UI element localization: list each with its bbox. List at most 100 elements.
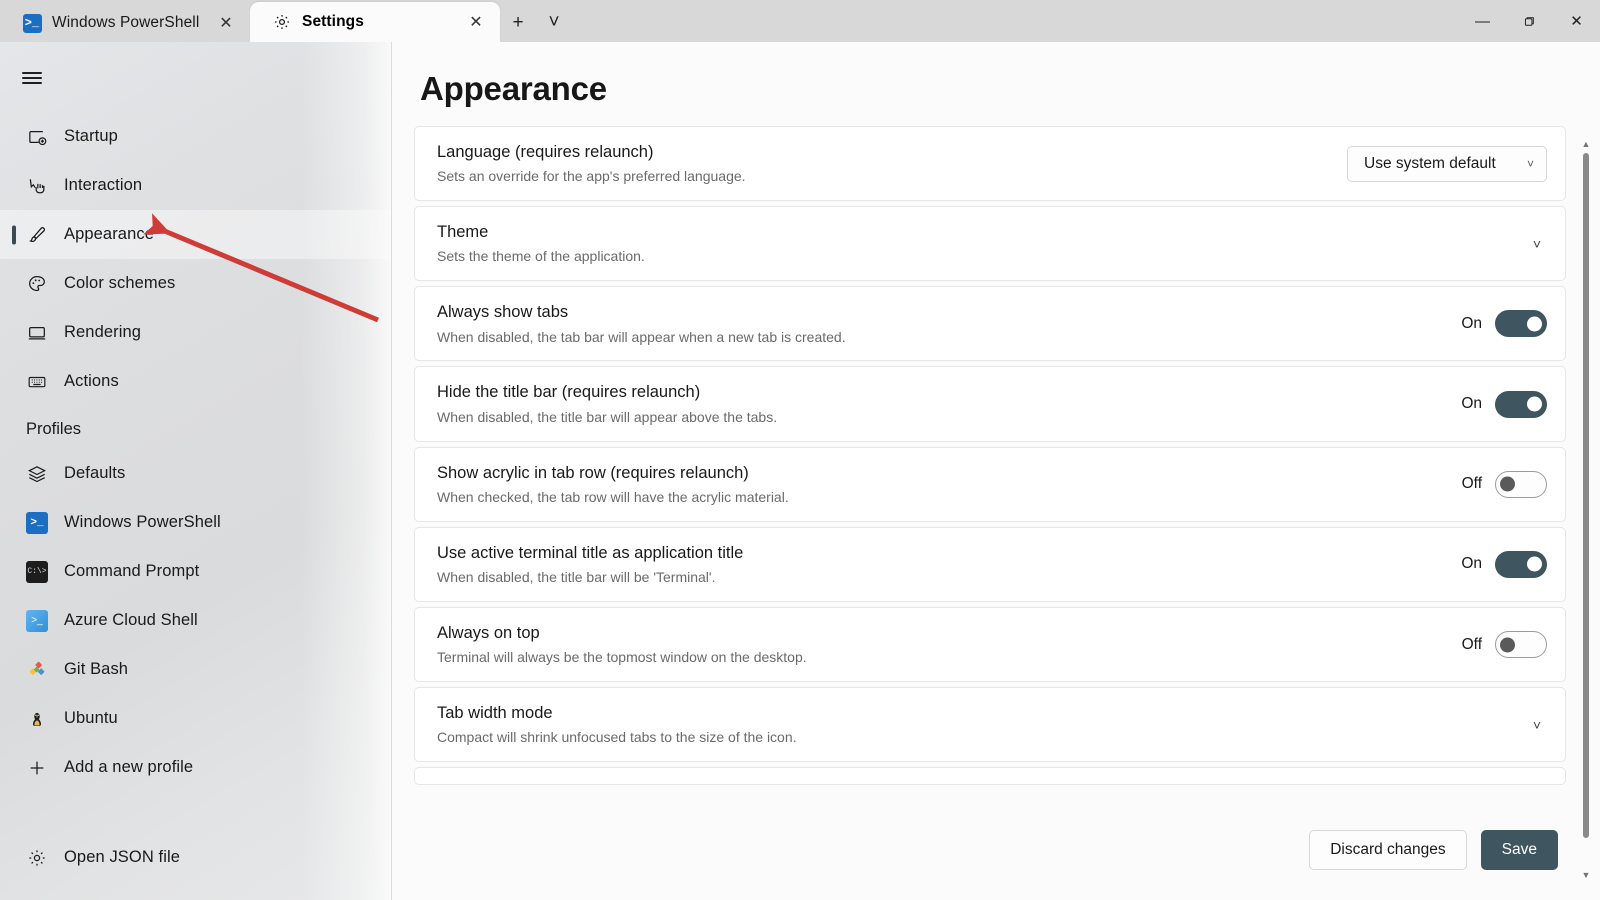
tab-windows-powershell[interactable]: >_ Windows PowerShell ✕: [0, 4, 250, 42]
toggle-group: On: [1456, 310, 1547, 338]
scrollbar-track[interactable]: [1580, 151, 1592, 869]
tab-label: Settings: [302, 13, 364, 30]
scrollbar-thumb[interactable]: [1583, 153, 1589, 839]
sidebar-item-startup[interactable]: Startup: [0, 112, 391, 161]
git-bash-icon: [26, 659, 48, 681]
chevron-down-icon[interactable]: ˅: [1527, 717, 1547, 733]
always-show-tabs-toggle[interactable]: [1495, 310, 1547, 338]
setting-row-partial[interactable]: [414, 767, 1566, 786]
language-dropdown[interactable]: Use system default ˅: [1347, 145, 1547, 182]
sidebar-item-label: Interaction: [64, 176, 143, 194]
setting-title: Use active terminal title as application…: [437, 543, 744, 562]
sidebar-item-label: Azure Cloud Shell: [64, 611, 198, 629]
gear-icon: [26, 847, 48, 869]
sidebar-item-add-new-profile[interactable]: Add a new profile: [0, 743, 391, 792]
setting-description: When disabled, the tab bar will appear w…: [437, 328, 846, 345]
sidebar-item-ubuntu[interactable]: Ubuntu: [0, 694, 391, 743]
plus-icon: [26, 757, 48, 779]
setting-text: Always show tabs When disabled, the tab …: [437, 287, 1438, 360]
sidebar-item-rendering[interactable]: Rendering: [0, 308, 391, 357]
setting-row-tab-width-mode[interactable]: Tab width mode Compact will shrink unfoc…: [414, 687, 1566, 763]
chevron-down-icon[interactable]: ˅: [1527, 236, 1547, 252]
sidebar-item-label: Appearance: [64, 225, 154, 243]
hamburger-icon[interactable]: [8, 56, 56, 100]
startup-icon: [26, 126, 48, 148]
setting-title: Theme: [437, 223, 489, 242]
toggle-group: Off: [1456, 470, 1547, 498]
sidebar-item-label: Actions: [64, 372, 119, 390]
setting-text: Hide the title bar (requires relaunch) W…: [437, 367, 1438, 440]
sidebar-item-label: Add a new profile: [64, 758, 194, 776]
hide-title-bar-toggle[interactable]: [1495, 390, 1547, 418]
sidebar-item-label: Command Prompt: [64, 562, 200, 580]
toggle-state-label: On: [1461, 555, 1482, 573]
chevron-down-icon: ˅: [1526, 156, 1534, 171]
layers-icon: [26, 463, 48, 485]
setting-description: When disabled, the title bar will be 'Te…: [437, 569, 716, 586]
setting-row-theme[interactable]: Theme Sets the theme of the application.…: [414, 206, 1566, 282]
sidebar-item-actions[interactable]: Actions: [0, 357, 391, 406]
use-active-terminal-title-toggle[interactable]: [1495, 550, 1547, 578]
toggle-knob: [1500, 476, 1515, 492]
setting-description: Sets an override for the app's preferred…: [437, 168, 746, 185]
tab-settings[interactable]: Settings ✕: [250, 2, 500, 42]
setting-control: Use system default ˅: [1347, 145, 1547, 182]
setting-text: Show acrylic in tab row (requires relaun…: [437, 448, 1438, 521]
main-content: Appearance Language (requires relaunch) …: [392, 42, 1600, 900]
sidebar-item-color-schemes[interactable]: Color schemes: [0, 259, 391, 308]
tab-label: Windows PowerShell: [52, 14, 200, 31]
setting-description: When disabled, the title bar will appear…: [437, 408, 778, 425]
dropdown-value: Use system default: [1364, 154, 1496, 172]
show-acrylic-toggle[interactable]: [1495, 470, 1547, 498]
save-button[interactable]: Save: [1480, 829, 1558, 871]
sidebar-item-interaction[interactable]: Interaction: [0, 161, 391, 210]
setting-row-use-active-terminal-title: Use active terminal title as application…: [414, 526, 1566, 602]
close-icon[interactable]: ✕: [462, 8, 490, 36]
close-button[interactable]: ✕: [1553, 0, 1600, 42]
setting-control: On: [1456, 550, 1547, 578]
setting-control: On: [1456, 390, 1547, 418]
sidebar-item-git-bash[interactable]: Git Bash: [0, 645, 391, 694]
new-tab-button[interactable]: +: [500, 4, 536, 42]
toggle-group: On: [1456, 390, 1547, 418]
toggle-knob: [1527, 396, 1542, 412]
toggle-state-label: On: [1461, 395, 1482, 413]
sidebar-item-appearance[interactable]: Appearance: [0, 210, 391, 259]
minimize-button[interactable]: —: [1459, 0, 1506, 42]
maximize-button[interactable]: [1506, 0, 1553, 42]
window-body: Startup Interaction Appearance Color sch…: [0, 42, 1600, 900]
sidebar-item-windows-powershell[interactable]: >_ Windows PowerShell: [0, 498, 391, 547]
palette-icon: [26, 273, 48, 295]
scroll-down-arrow-icon[interactable]: ▼: [1582, 869, 1591, 882]
setting-description: When checked, the tab row will have the …: [437, 488, 789, 505]
sidebar-item-label: Color schemes: [64, 274, 176, 292]
sidebar-item-label: Defaults: [64, 464, 126, 482]
close-icon[interactable]: ✕: [212, 9, 240, 37]
azure-icon: >_: [26, 609, 48, 632]
ubuntu-icon: [26, 708, 48, 730]
page-title: Appearance: [420, 70, 607, 107]
toggle-knob: [1500, 637, 1515, 653]
scroll-up-arrow-icon[interactable]: ▲: [1582, 138, 1591, 151]
navigation-sidebar: Startup Interaction Appearance Color sch…: [0, 42, 392, 900]
setting-title: Always show tabs: [437, 303, 569, 322]
toggle-knob: [1527, 316, 1542, 332]
discard-changes-button[interactable]: Discard changes: [1309, 829, 1467, 871]
setting-control: ˅: [1527, 236, 1547, 252]
settings-scrollbar[interactable]: ▲ ▼: [1580, 138, 1592, 882]
setting-row-language: Language (requires relaunch) Sets an ove…: [414, 126, 1566, 202]
sidebar-nav-list: Startup Interaction Appearance Color sch…: [0, 112, 391, 792]
setting-control: Off: [1456, 631, 1547, 659]
tab-dropdown-button[interactable]: ˅: [536, 4, 572, 42]
setting-title: Language (requires relaunch): [437, 143, 654, 161]
setting-text: Language (requires relaunch) Sets an ove…: [437, 127, 1329, 200]
sidebar-item-label: Open JSON file: [64, 848, 181, 866]
sidebar-item-defaults[interactable]: Defaults: [0, 449, 391, 498]
setting-title: Always on top: [437, 623, 540, 642]
sidebar-item-open-json-file[interactable]: Open JSON file: [0, 833, 391, 882]
powershell-icon: >_: [22, 13, 42, 33]
footer-actions: Discard changes Save: [392, 814, 1600, 900]
always-on-top-toggle[interactable]: [1495, 631, 1547, 659]
sidebar-item-command-prompt[interactable]: C:\> Command Prompt: [0, 547, 391, 596]
sidebar-item-azure-cloud-shell[interactable]: >_ Azure Cloud Shell: [0, 596, 391, 645]
